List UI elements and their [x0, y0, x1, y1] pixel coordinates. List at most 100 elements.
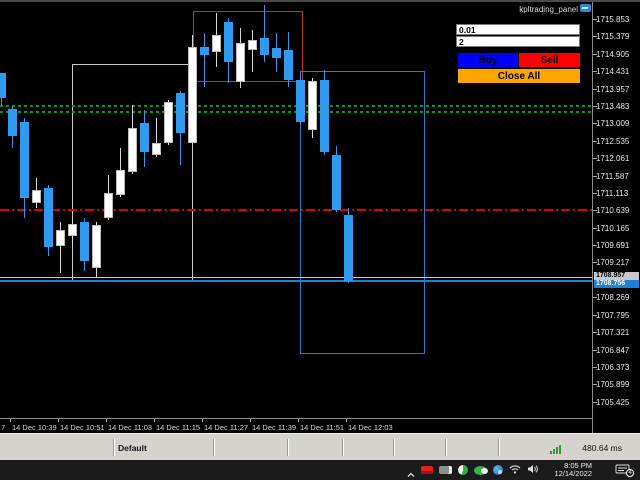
candle-body — [320, 80, 329, 152]
price-tick-label: 1706.373 — [592, 363, 630, 372]
candle-body — [236, 43, 245, 82]
price-tick-label: 1712.535 — [592, 137, 630, 146]
candle-body — [68, 224, 77, 236]
candle-body — [332, 155, 341, 210]
status-separator — [213, 439, 214, 456]
buy-button[interactable]: Buy — [458, 53, 518, 67]
chart-area[interactable]: kpltrading_panel Buy Sell Close All — [0, 2, 592, 418]
taskbar: 8:05 PM 12/14/2022 4 — [0, 460, 640, 480]
time-axis[interactable]: 7 14 Dec 10:39 14 Dec 10:51 14 Dec 11:03 14 … — [0, 418, 592, 433]
green-pie-icon[interactable] — [458, 465, 468, 475]
time-tick-label: 14 Dec 11:03 — [105, 419, 153, 432]
ask-price-box: 1708.957 — [594, 272, 639, 280]
red-app-icon[interactable] — [421, 466, 433, 474]
expert-advisor-icon[interactable] — [580, 4, 591, 12]
profile-label[interactable]: Default — [118, 443, 147, 453]
time-tick-label: 14 Dec 11:15 — [153, 419, 201, 432]
price-tick-label: 1706.847 — [592, 346, 630, 355]
time-tick-label: 14 Dec 11:27 — [201, 419, 249, 432]
status-separator — [113, 439, 114, 456]
price-tick-label: 1710.639 — [592, 206, 630, 215]
candle-body — [56, 230, 65, 246]
price-tick-label: 1710.165 — [592, 224, 630, 233]
time-tick-label: 14 Dec 11:51 — [297, 419, 345, 432]
speaker-icon[interactable] — [527, 461, 539, 479]
candle-body — [80, 222, 89, 261]
candle-body — [272, 48, 281, 58]
status-separator — [445, 439, 446, 456]
notification-badge: 4 — [626, 469, 634, 477]
price-tick-label: 1709.217 — [592, 258, 630, 267]
time-tick-label: 14 Dec 11:39 — [249, 419, 297, 432]
candle-body — [260, 38, 269, 55]
status-separator — [342, 439, 343, 456]
candle-body — [8, 109, 17, 136]
hidden-icons-chevron-icon[interactable] — [407, 466, 415, 477]
system-tray — [404, 460, 542, 480]
candle-body — [224, 22, 233, 62]
price-tick-label: 1715.379 — [592, 32, 630, 41]
price-tick-label: 1714.905 — [592, 50, 630, 59]
time-tick-label: 14 Dec 10:51 — [58, 419, 105, 432]
candle-body — [140, 123, 149, 152]
candle-body — [20, 122, 29, 198]
candle-body — [32, 190, 41, 203]
green-chat-icon[interactable] — [474, 465, 488, 475]
candle-body — [92, 225, 101, 268]
candle-wick — [204, 33, 205, 87]
wifi-icon[interactable] — [509, 461, 521, 479]
close-all-button[interactable]: Close All — [458, 69, 580, 83]
candle-body — [44, 188, 53, 247]
taskbar-clock[interactable]: 8:05 PM 12/14/2022 — [554, 462, 592, 478]
candle-body — [116, 170, 125, 195]
notification-center-icon[interactable]: 4 — [615, 463, 634, 477]
candle-body — [200, 47, 209, 55]
price-tick-label: 1713.957 — [592, 85, 630, 94]
price-axis[interactable]: 1715.853 1715.379 1714.905 1714.431 1713.957… — [592, 2, 640, 433]
sell-button[interactable]: Sell — [519, 53, 580, 67]
time-tick-label: 14 Dec 12:03 — [346, 419, 393, 432]
price-tick-label: 1712.061 — [592, 154, 630, 163]
status-separator — [393, 439, 394, 456]
price-tick-label: 1713.483 — [592, 102, 630, 111]
price-tick-label: 1713.009 — [592, 119, 630, 128]
price-tick-label: 1714.431 — [592, 67, 630, 76]
price-tick-label: 1705.425 — [592, 398, 630, 407]
blue-globe-icon[interactable] — [493, 465, 503, 475]
candle-body — [104, 193, 113, 218]
candle-body — [248, 40, 257, 50]
candle-body — [0, 73, 6, 98]
bid-price-box: 1708.756 — [594, 280, 639, 288]
candle-body — [128, 128, 137, 172]
price-tick-label: 1709.691 — [592, 241, 630, 250]
price-tick-label: 1708.269 — [592, 293, 630, 302]
candle-body — [212, 35, 221, 52]
candle-body — [284, 50, 293, 80]
connection-latency[interactable]: 480.64 ms — [582, 443, 622, 453]
candle-wick — [252, 30, 253, 72]
candle-body — [164, 102, 173, 143]
candle-body — [188, 47, 197, 143]
price-tick-label: 1707.321 — [592, 328, 630, 337]
price-tick-label: 1707.795 — [592, 311, 630, 320]
trade-count-input[interactable] — [456, 36, 580, 47]
lot-size-input[interactable] — [456, 24, 580, 35]
price-tick-label: 1711.113 — [592, 189, 629, 198]
price-tick-label: 1711.587 — [593, 172, 629, 181]
screen: kpltrading_panel Buy Sell Close All 7 14 … — [0, 0, 640, 480]
price-tick-label: 1715.853 — [592, 15, 630, 24]
time-tick-label: 14 Dec 10:39 — [10, 419, 57, 432]
gray-app-icon[interactable] — [439, 466, 452, 474]
status-separator — [498, 439, 499, 456]
candle-body — [308, 81, 317, 130]
time-tick-label: 7 — [1, 423, 6, 432]
status-separator — [287, 439, 288, 456]
clock-date: 12/14/2022 — [554, 469, 592, 478]
candle-body — [344, 215, 353, 281]
connection-bars-icon — [550, 445, 562, 454]
price-tick-label: 1705.899 — [592, 380, 630, 389]
status-bar: Default 480.64 ms — [0, 433, 640, 460]
panel-title: kpltrading_panel — [519, 5, 578, 14]
candle-body — [152, 143, 161, 155]
candle-body — [176, 93, 185, 133]
